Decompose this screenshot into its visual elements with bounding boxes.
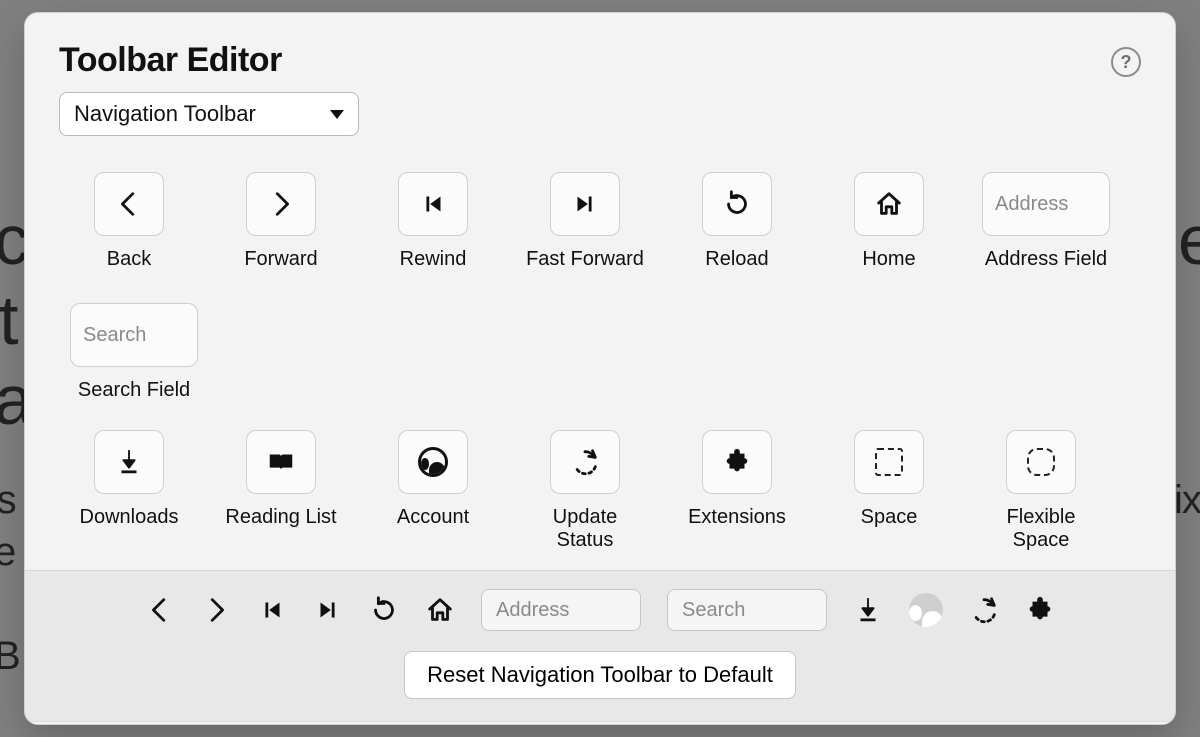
palette-item-reload[interactable]: Reload [677,172,797,271]
preview-reload[interactable] [369,595,399,625]
palette-item-space[interactable]: Space [829,430,949,552]
home-icon [425,595,455,625]
toolbar-selector-value: Navigation Toolbar [74,101,256,127]
bg-letter: t [0,280,17,360]
palette-item-label: Downloads [80,506,179,529]
palette-item-forward[interactable]: Forward [221,172,341,271]
back-icon [145,595,175,625]
space-icon [875,448,903,476]
reset-toolbar-button[interactable]: Reset Navigation Toolbar to Default [404,651,796,699]
downloads-icon [114,447,144,477]
downloads-icon [853,595,883,625]
palette-item-label: Account [397,506,469,529]
rewind-icon [418,189,448,219]
palette-item-label: Update Status [525,506,645,552]
palette-item-flexible-space[interactable]: Flexible Space [981,430,1101,552]
preview-extensions[interactable] [1025,595,1055,625]
preview-home[interactable] [425,595,455,625]
palette-item-label: Reading List [225,506,336,529]
address-field-placeholder: Address [995,193,1068,216]
palette-item-label: Address Field [985,248,1107,271]
palette-row: Back Forward Rewind Fast Forward [55,172,1145,402]
search-field-placeholder: Search [83,324,146,347]
fast-forward-icon [313,595,343,625]
toolbar-editor-window: Toolbar Editor ? Navigation Toolbar Back… [24,12,1176,725]
rewind-icon [257,595,287,625]
palette-item-account[interactable]: Account [373,430,493,552]
preview-fast-forward[interactable] [313,595,343,625]
back-icon [114,189,144,219]
help-button[interactable]: ? [1111,47,1141,77]
palette-row: Downloads Reading List Account Update St… [55,430,1145,552]
palette-item-label: Search Field [78,379,190,402]
forward-icon [201,595,231,625]
preview-search-field[interactable]: Search [667,589,827,631]
palette-item-address-field[interactable]: Address Address Field [981,172,1111,271]
toolbar-selector[interactable]: Navigation Toolbar [59,92,359,136]
forward-icon [266,189,296,219]
account-icon [418,447,448,477]
bg-letter: B [0,634,20,679]
palette-item-label: Reload [705,248,768,271]
palette-item-home[interactable]: Home [829,172,949,271]
reading-list-icon [266,447,296,477]
extensions-icon [1025,595,1055,625]
preview-rewind[interactable] [257,595,287,625]
account-icon [909,593,943,627]
address-placeholder: Address [496,599,569,622]
palette-item-label: Flexible Space [981,506,1101,552]
palette-item-extensions[interactable]: Extensions [677,430,797,552]
bg-letter: e [0,530,15,575]
fast-forward-icon [570,189,600,219]
toolbar-preview: Address Search Reset Navigation Toolbar … [25,570,1175,721]
bg-letter: ix [1174,478,1200,523]
bg-letter: 's [0,478,16,523]
preview-update-status[interactable] [969,595,999,625]
preview-account[interactable] [909,593,943,627]
palette-item-search-field[interactable]: Search Search Field [69,303,199,402]
item-palette: Back Forward Rewind Fast Forward [25,154,1175,570]
search-field-tile: Search [70,303,198,367]
update-status-icon [969,595,999,625]
reload-icon [369,595,399,625]
reload-icon [722,189,752,219]
toolbar-selector-row: Navigation Toolbar [25,84,1175,154]
palette-item-label: Extensions [688,506,786,529]
address-field-tile: Address [982,172,1110,236]
chevron-down-icon [330,110,344,119]
window-header: Toolbar Editor ? [25,13,1175,84]
palette-item-back[interactable]: Back [69,172,189,271]
preview-downloads[interactable] [853,595,883,625]
palette-item-label: Home [862,248,915,271]
palette-item-label: Rewind [400,248,467,271]
page-title: Toolbar Editor [59,41,282,80]
home-icon [874,189,904,219]
extensions-icon [722,447,752,477]
search-placeholder: Search [682,599,745,622]
bg-letter: e [1178,200,1200,280]
palette-item-fast-forward[interactable]: Fast Forward [525,172,645,271]
palette-item-label: Space [861,506,918,529]
flexible-space-icon [1027,448,1055,476]
toolbar-preview-row: Address Search [145,589,1055,631]
update-status-icon [570,447,600,477]
preview-address-field[interactable]: Address [481,589,641,631]
palette-item-rewind[interactable]: Rewind [373,172,493,271]
palette-item-label: Forward [244,248,317,271]
preview-back[interactable] [145,595,175,625]
preview-forward[interactable] [201,595,231,625]
palette-item-label: Back [107,248,151,271]
palette-item-reading-list[interactable]: Reading List [221,430,341,552]
palette-item-update-status[interactable]: Update Status [525,430,645,552]
palette-item-label: Fast Forward [526,248,644,271]
window-footer: Done [25,721,1175,725]
palette-item-downloads[interactable]: Downloads [69,430,189,552]
